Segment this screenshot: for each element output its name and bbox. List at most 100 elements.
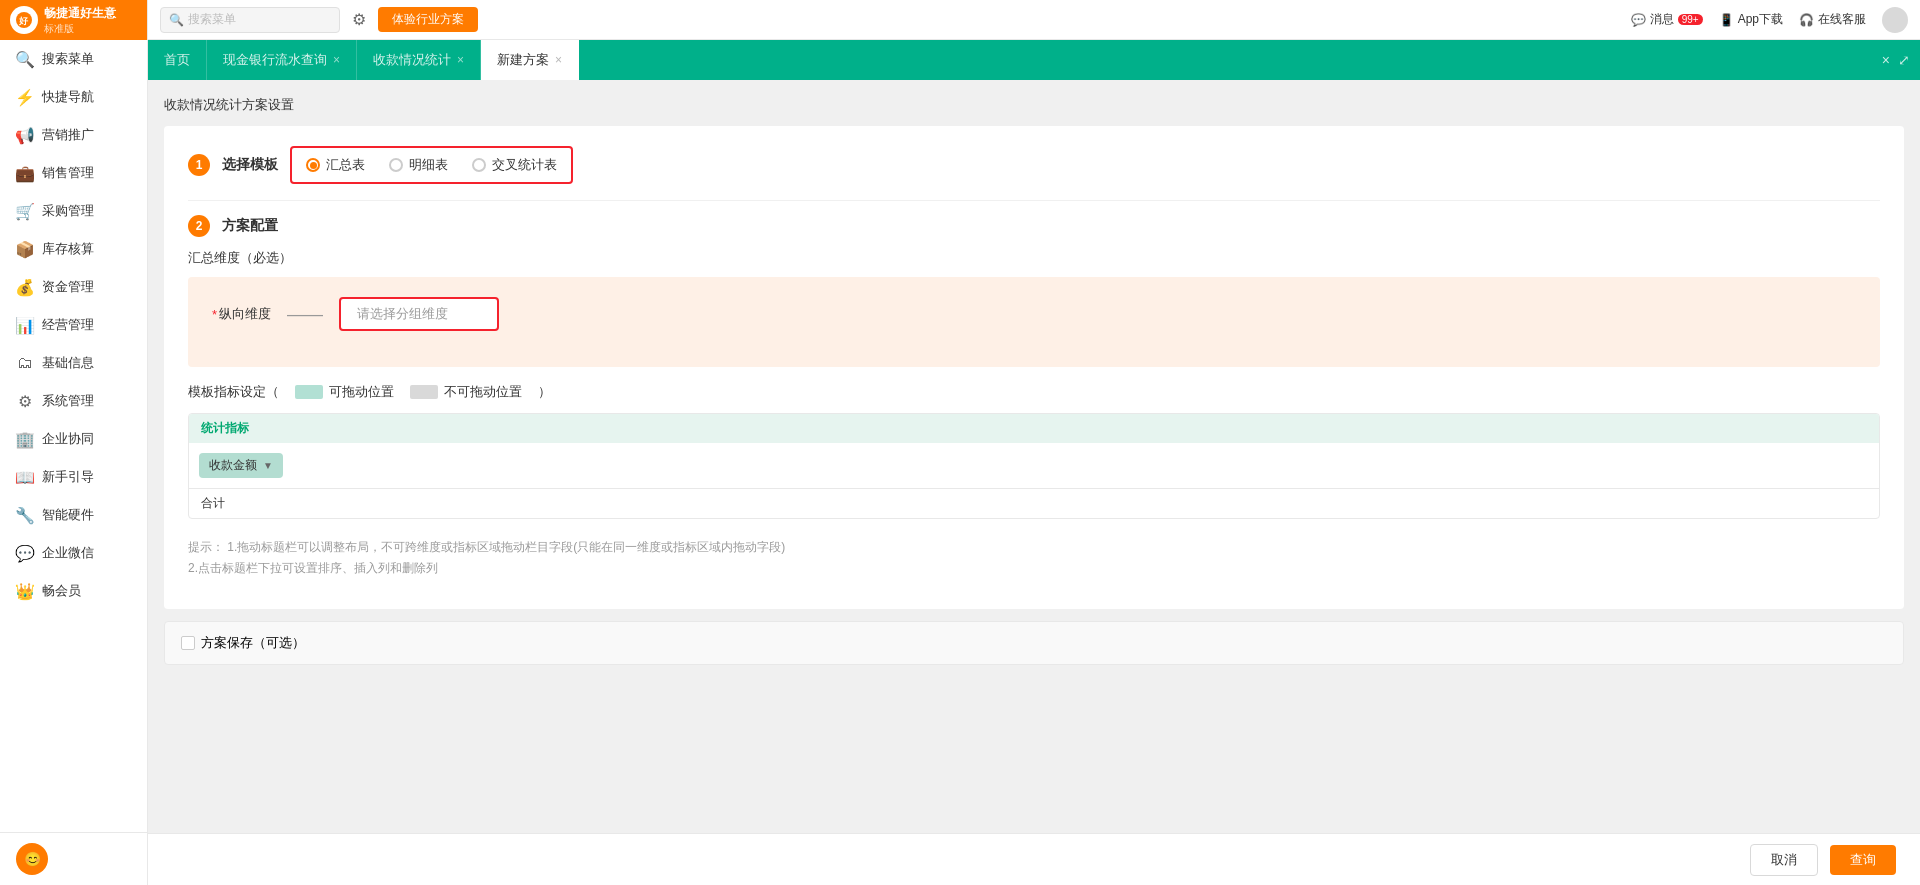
management-icon: 📊 [16, 316, 34, 334]
footer: 取消 查询 [148, 833, 1920, 885]
step2-header: 2 方案配置 [188, 215, 1880, 237]
bottom-save-section: 方案保存（可选） [164, 621, 1904, 665]
tab-new-plan[interactable]: 新建方案 × [481, 40, 579, 80]
sidebar-item-basic[interactable]: 🗂 基础信息 [0, 344, 147, 382]
trial-button[interactable]: 体验行业方案 [378, 7, 478, 32]
dimension-section-label: 汇总维度（必选） [188, 249, 1880, 267]
user-avatar: 😊 [16, 843, 48, 875]
save-checkbox-label: 方案保存（可选） [201, 634, 305, 652]
radio-detail[interactable]: 明细表 [389, 156, 448, 174]
tabs-bar: 首页 现金银行流水查询 × 收款情况统计 × 新建方案 × × ⤢ [148, 40, 1920, 80]
logo-text: 畅捷通好生意 标准版 [44, 5, 116, 36]
tab-close-icon[interactable]: × [555, 53, 562, 67]
search-bar: 🔍 搜索菜单 [160, 7, 340, 33]
basic-icon: 🗂 [16, 354, 34, 372]
chevron-down-icon: ▼ [263, 460, 273, 471]
main-area: 🔍 搜索菜单 ⚙ 体验行业方案 💬 消息 99+ 📱 App下载 🎧 在线客服 … [148, 0, 1920, 885]
message-button[interactable]: 💬 消息 99+ [1631, 11, 1703, 28]
sidebar-item-guide[interactable]: 📖 新手引导 [0, 458, 147, 496]
sidebar-item-label: 畅会员 [42, 582, 81, 600]
vertical-dimension-label: * 纵向维度 [212, 305, 271, 323]
user-avatar-topbar[interactable] [1882, 7, 1908, 33]
sidebar-item-wechat[interactable]: 💬 企业微信 [0, 534, 147, 572]
sidebar-item-inventory[interactable]: 📦 库存核算 [0, 230, 147, 268]
sidebar-item-label: 库存核算 [42, 240, 94, 258]
enterprise-icon: 🏢 [16, 430, 34, 448]
metrics-section-header: 统计指标 [189, 414, 1879, 443]
save-checkbox-item[interactable]: 方案保存（可选） [181, 634, 305, 652]
guide-icon: 📖 [16, 468, 34, 486]
sidebar-item-label: 销售管理 [42, 164, 94, 182]
legend-draggable: 可拖动位置 [295, 383, 394, 401]
step1-circle: 1 [188, 154, 210, 176]
sidebar-item-label: 系统管理 [42, 392, 94, 410]
finance-icon: 💰 [16, 278, 34, 296]
sidebar-item-marketing[interactable]: 📢 营销推广 [0, 116, 147, 154]
tab-close-icon[interactable]: × [457, 53, 464, 67]
sidebar-item-hardware[interactable]: 🔧 智能硬件 [0, 496, 147, 534]
close-window-icon[interactable]: × [1882, 52, 1890, 68]
download-icon: 📱 [1719, 13, 1734, 27]
sidebar-item-label: 搜索菜单 [42, 50, 94, 68]
service-button[interactable]: 🎧 在线客服 [1799, 11, 1866, 28]
cancel-button[interactable]: 取消 [1750, 844, 1818, 876]
tab-home[interactable]: 首页 [148, 40, 207, 80]
tips-area: 提示： 1.拖动标题栏可以调整布局，不可跨维度或指标区域拖动栏目字段(只能在同一… [188, 531, 1880, 589]
save-checkbox[interactable] [181, 636, 195, 650]
required-mark: * [212, 307, 217, 322]
settings-icon[interactable]: ⚙ [352, 10, 366, 29]
sidebar-item-sales[interactable]: 💼 销售管理 [0, 154, 147, 192]
system-icon: ⚙ [16, 392, 34, 410]
service-icon: 🎧 [1799, 13, 1814, 27]
sidebar-item-finance[interactable]: 💰 资金管理 [0, 268, 147, 306]
sales-icon: 💼 [16, 164, 34, 182]
inventory-icon: 📦 [16, 240, 34, 258]
not-draggable-legend-box [410, 385, 438, 399]
radio-cross[interactable]: 交叉统计表 [472, 156, 557, 174]
topbar: 🔍 搜索菜单 ⚙ 体验行业方案 💬 消息 99+ 📱 App下载 🎧 在线客服 [148, 0, 1920, 40]
radio-summary[interactable]: 汇总表 [306, 156, 365, 174]
tab-payment-stats[interactable]: 收款情况统计 × [357, 40, 481, 80]
purchase-icon: 🛒 [16, 202, 34, 220]
dimension-select[interactable]: 请选择分组维度 [339, 297, 499, 331]
sidebar-item-label: 企业协同 [42, 430, 94, 448]
dimension-area: * 纵向维度 —— 请选择分组维度 [188, 277, 1880, 367]
sidebar-item-label: 资金管理 [42, 278, 94, 296]
sidebar-item-system[interactable]: ⚙ 系统管理 [0, 382, 147, 420]
radio-dot-detail [389, 158, 403, 172]
sidebar-item-purchase[interactable]: 🛒 采购管理 [0, 192, 147, 230]
wechat-icon: 💬 [16, 544, 34, 562]
sidebar-item-label: 采购管理 [42, 202, 94, 220]
query-button[interactable]: 查询 [1830, 845, 1896, 875]
search-icon: 🔍 [16, 50, 34, 68]
message-badge: 99+ [1678, 14, 1703, 25]
download-button[interactable]: 📱 App下载 [1719, 11, 1783, 28]
metrics-title-end: ） [538, 383, 551, 401]
draggable-legend-box [295, 385, 323, 399]
step1-title: 选择模板 [222, 156, 278, 174]
tab-bank-flow[interactable]: 现金银行流水查询 × [207, 40, 357, 80]
marketing-icon: 📢 [16, 126, 34, 144]
message-icon: 💬 [1631, 13, 1646, 27]
metric-chip-amount[interactable]: 收款金额 ▼ [199, 453, 283, 478]
metrics-header: 模板指标设定（ 可拖动位置 不可拖动位置 ） [188, 383, 1880, 401]
tab-close-icon[interactable]: × [333, 53, 340, 67]
quick-nav-icon: ⚡ [16, 88, 34, 106]
sidebar-bottom: 😊 [0, 832, 147, 885]
step1-header: 1 选择模板 汇总表 明细表 交叉统计表 [188, 146, 1880, 184]
dimension-row: * 纵向维度 —— 请选择分组维度 [212, 297, 1856, 331]
sidebar-item-search[interactable]: 🔍 搜索菜单 [0, 40, 147, 78]
sidebar-item-label: 智能硬件 [42, 506, 94, 524]
metrics-table: 统计指标 收款金额 ▼ 合计 [188, 413, 1880, 519]
main-card: 1 选择模板 汇总表 明细表 交叉统计表 [164, 126, 1904, 609]
step2-title: 方案配置 [222, 217, 278, 235]
sidebar-item-management[interactable]: 📊 经营管理 [0, 306, 147, 344]
sidebar-item-quick-nav[interactable]: ⚡ 快捷导航 [0, 78, 147, 116]
sidebar-item-enterprise[interactable]: 🏢 企业协同 [0, 420, 147, 458]
sidebar-item-member[interactable]: 👑 畅会员 [0, 572, 147, 610]
expand-window-icon[interactable]: ⤢ [1898, 52, 1910, 68]
radio-label-detail: 明细表 [409, 156, 448, 174]
member-icon: 👑 [16, 582, 34, 600]
hardware-icon: 🔧 [16, 506, 34, 524]
radio-label-cross: 交叉统计表 [492, 156, 557, 174]
